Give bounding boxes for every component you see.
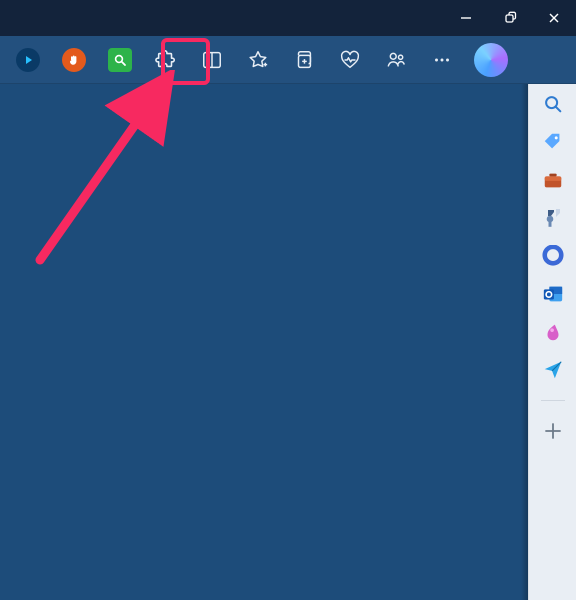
extension-green[interactable] bbox=[100, 40, 140, 80]
heartbeat-icon bbox=[339, 49, 361, 71]
extension-blue[interactable] bbox=[8, 40, 48, 80]
play-circle-icon bbox=[16, 48, 40, 72]
collections-icon bbox=[293, 49, 315, 71]
shopping-tag-icon[interactable] bbox=[541, 130, 565, 154]
outlook-icon[interactable] bbox=[541, 282, 565, 306]
window-titlebar bbox=[0, 0, 576, 36]
m365-icon[interactable] bbox=[541, 244, 565, 268]
sidebar-add-button[interactable] bbox=[541, 419, 565, 443]
tools-briefcase-icon[interactable] bbox=[541, 168, 565, 192]
split-screen-button[interactable] bbox=[192, 40, 232, 80]
browser-essentials-button[interactable] bbox=[330, 40, 370, 80]
hand-stop-icon bbox=[62, 48, 86, 72]
more-menu-button[interactable] bbox=[422, 40, 462, 80]
ntp-main-area bbox=[0, 84, 528, 600]
sidebar-separator bbox=[541, 400, 565, 401]
drop-icon[interactable] bbox=[541, 320, 565, 344]
extension-orange[interactable] bbox=[54, 40, 94, 80]
collections-button[interactable] bbox=[284, 40, 324, 80]
browser-toolbar bbox=[0, 36, 576, 84]
send-icon[interactable] bbox=[541, 358, 565, 382]
restore-icon bbox=[503, 11, 517, 25]
puzzle-piece-icon bbox=[155, 49, 177, 71]
profile-icon bbox=[385, 49, 407, 71]
split-screen-icon bbox=[201, 49, 223, 71]
games-icon[interactable] bbox=[541, 206, 565, 230]
close-icon bbox=[547, 11, 561, 25]
search-icon[interactable] bbox=[541, 92, 565, 116]
profile-button[interactable] bbox=[376, 40, 416, 80]
favorites-button[interactable] bbox=[238, 40, 278, 80]
extensions-button[interactable] bbox=[146, 40, 186, 80]
window-minimize-button[interactable] bbox=[444, 0, 488, 36]
window-close-button[interactable] bbox=[532, 0, 576, 36]
window-restore-button[interactable] bbox=[488, 0, 532, 36]
more-horizontal-icon bbox=[431, 49, 453, 71]
search-square-icon bbox=[108, 48, 132, 72]
edge-sidebar bbox=[528, 84, 576, 600]
copilot-button[interactable] bbox=[474, 43, 508, 77]
star-add-icon bbox=[247, 49, 269, 71]
minimize-icon bbox=[459, 11, 473, 25]
